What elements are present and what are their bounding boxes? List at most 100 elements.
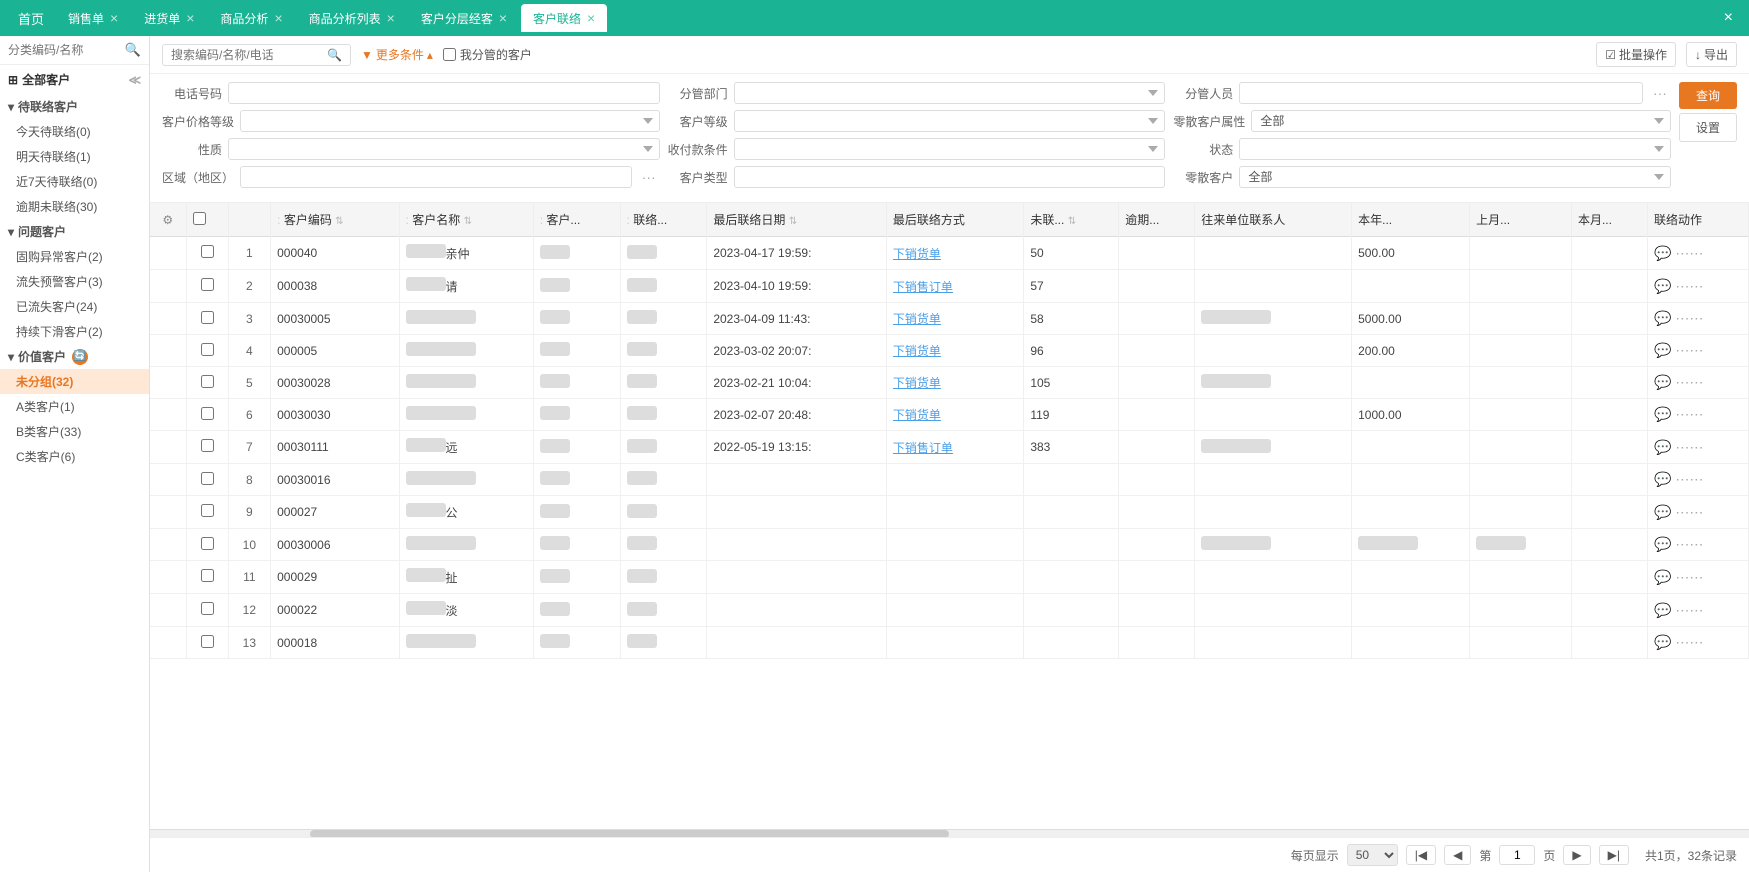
my-customers-checkbox[interactable]: 我分管的客户 — [443, 46, 532, 63]
gender-select[interactable] — [228, 138, 660, 160]
sidebar-item-ungrouped[interactable]: 未分组(32) — [0, 369, 149, 394]
row-checkbox[interactable] — [186, 335, 228, 367]
row-gear[interactable] — [150, 594, 186, 627]
row-gear[interactable] — [150, 627, 186, 659]
close-customer-contact-icon[interactable]: × — [587, 10, 595, 26]
contact-method-link[interactable]: 下销货单 — [893, 344, 941, 358]
contact-method-link[interactable]: 下销货单 — [893, 312, 941, 326]
contact-phone-icon[interactable]: 💬 — [1654, 634, 1671, 651]
payment-select[interactable] — [734, 138, 1166, 160]
close-customer-segment-icon[interactable]: × — [499, 10, 507, 26]
contact-phone-icon[interactable]: 💬 — [1654, 310, 1671, 327]
contact-phone-icon[interactable]: 💬 — [1654, 245, 1671, 262]
tab-customer-segment[interactable]: 客户分层经客 × — [409, 4, 519, 32]
sidebar-search-box[interactable]: 🔍 — [0, 36, 149, 65]
more-action-icon[interactable]: ⋯⋯ — [1675, 504, 1703, 521]
all-customers-header[interactable]: ⊞ 全部客户 ≪ — [0, 65, 149, 94]
phone-input[interactable] — [228, 82, 660, 104]
sidebar-item-declining[interactable]: 持续下滑客户(2) — [0, 319, 149, 344]
per-page-select[interactable]: 50 100 200 — [1347, 844, 1398, 866]
batch-operation-btn[interactable]: ☑ 批量操作 — [1596, 42, 1676, 67]
sidebar-item-class-b[interactable]: B类客户(33) — [0, 419, 149, 444]
uncontacted-column-header[interactable]: 未联... — [1024, 203, 1119, 237]
sidebar-item-class-c[interactable]: C类客户(6) — [0, 444, 149, 469]
more-action-icon[interactable]: ⋯⋯ — [1675, 439, 1703, 456]
contact-phone-icon[interactable]: 💬 — [1654, 504, 1671, 521]
row-gear[interactable] — [150, 303, 186, 335]
close-product-analysis-list-icon[interactable]: × — [387, 10, 395, 26]
row-gear[interactable] — [150, 529, 186, 561]
retail-attr-select[interactable]: 全部 — [1251, 110, 1671, 132]
row-checkbox[interactable] — [186, 561, 228, 594]
home-tab[interactable]: 首页 — [8, 9, 54, 28]
row-gear[interactable] — [150, 399, 186, 431]
contact-phone-icon[interactable]: 💬 — [1654, 278, 1671, 295]
tab-product-analysis[interactable]: 商品分析 × — [208, 4, 294, 32]
contact-phone-icon[interactable]: 💬 — [1654, 374, 1671, 391]
sidebar-item-7days-pending[interactable]: 近7天待联络(0) — [0, 169, 149, 194]
customer-level-select[interactable] — [734, 110, 1166, 132]
contact-method-link[interactable]: 下销售订单 — [893, 441, 953, 455]
row-checkbox[interactable] — [186, 464, 228, 496]
more-action-icon[interactable]: ⋯⋯ — [1675, 342, 1703, 359]
main-search-input[interactable] — [171, 48, 321, 62]
more-action-icon[interactable]: ⋯⋯ — [1675, 569, 1703, 586]
sidebar-item-class-a[interactable]: A类客户(1) — [0, 394, 149, 419]
page-number-input[interactable] — [1499, 845, 1535, 865]
close-product-analysis-icon[interactable]: × — [274, 10, 282, 26]
row-checkbox[interactable] — [186, 431, 228, 464]
first-page-btn[interactable]: |◀ — [1406, 845, 1436, 865]
row-checkbox[interactable] — [186, 627, 228, 659]
row-gear[interactable] — [150, 367, 186, 399]
person-more-icon[interactable]: ··· — [1649, 85, 1671, 101]
contact-phone-icon[interactable]: 💬 — [1654, 536, 1671, 553]
row-checkbox[interactable] — [186, 367, 228, 399]
close-sales-order-icon[interactable]: × — [110, 10, 118, 26]
row-gear[interactable] — [150, 464, 186, 496]
more-action-icon[interactable]: ⋯⋯ — [1675, 602, 1703, 619]
row-checkbox[interactable] — [186, 237, 228, 270]
close-purchase-order-icon[interactable]: × — [186, 10, 194, 26]
sidebar-item-churn-warning[interactable]: 流失预警客户(3) — [0, 269, 149, 294]
category-search-input[interactable] — [8, 43, 121, 57]
last-page-btn[interactable]: ▶| — [1599, 845, 1629, 865]
gear-column-header[interactable]: ⚙ — [150, 203, 186, 237]
contact-method-link[interactable]: 下销售订单 — [893, 280, 953, 294]
more-conditions-btn[interactable]: ▼ 更多条件 ▴ — [361, 46, 433, 63]
contact-phone-icon[interactable]: 💬 — [1654, 406, 1671, 423]
tab-customer-contact[interactable]: 客户联络 × — [521, 4, 607, 32]
row-checkbox[interactable] — [186, 303, 228, 335]
tab-sales-order[interactable]: 销售单 × — [56, 4, 130, 32]
row-checkbox[interactable] — [186, 529, 228, 561]
dept-select[interactable] — [734, 82, 1166, 104]
row-gear[interactable] — [150, 561, 186, 594]
row-gear[interactable] — [150, 496, 186, 529]
price-level-select[interactable] — [240, 110, 660, 132]
tab-purchase-order[interactable]: 进货单 × — [132, 4, 206, 32]
contact-method-link[interactable]: 下销货单 — [893, 376, 941, 390]
customer-type-input[interactable] — [734, 166, 1166, 188]
contact-method-link[interactable]: 下销货单 — [893, 408, 941, 422]
export-btn[interactable]: ↓ 导出 — [1686, 42, 1737, 67]
query-button[interactable]: 查询 — [1679, 82, 1737, 109]
customer-code-column-header[interactable]: : 客户编码 — [271, 203, 399, 237]
main-search-icon[interactable]: 🔍 — [327, 48, 342, 62]
more-action-icon[interactable]: ⋯⋯ — [1675, 374, 1703, 391]
contact-phone-icon[interactable]: 💬 — [1654, 569, 1671, 586]
row-checkbox[interactable] — [186, 399, 228, 431]
region-input[interactable] — [240, 166, 632, 188]
tab-product-analysis-list[interactable]: 商品分析列表 × — [297, 4, 407, 32]
row-gear[interactable] — [150, 335, 186, 367]
contact-phone-icon[interactable]: 💬 — [1654, 471, 1671, 488]
retail-customer-select[interactable]: 全部 — [1239, 166, 1671, 188]
checkbox-column-header[interactable] — [186, 203, 228, 237]
status-select[interactable] — [1239, 138, 1671, 160]
contact-phone-icon[interactable]: 💬 — [1654, 439, 1671, 456]
sidebar-item-churned[interactable]: 已流失客户(24) — [0, 294, 149, 319]
horizontal-scrollbar[interactable] — [150, 829, 1749, 837]
more-action-icon[interactable]: ⋯⋯ — [1675, 278, 1703, 295]
main-search-box[interactable]: 🔍 — [162, 44, 351, 66]
contact-method-link[interactable]: 下销货单 — [893, 247, 941, 261]
contact-phone-icon[interactable]: 💬 — [1654, 342, 1671, 359]
more-action-icon[interactable]: ⋯⋯ — [1675, 634, 1703, 651]
